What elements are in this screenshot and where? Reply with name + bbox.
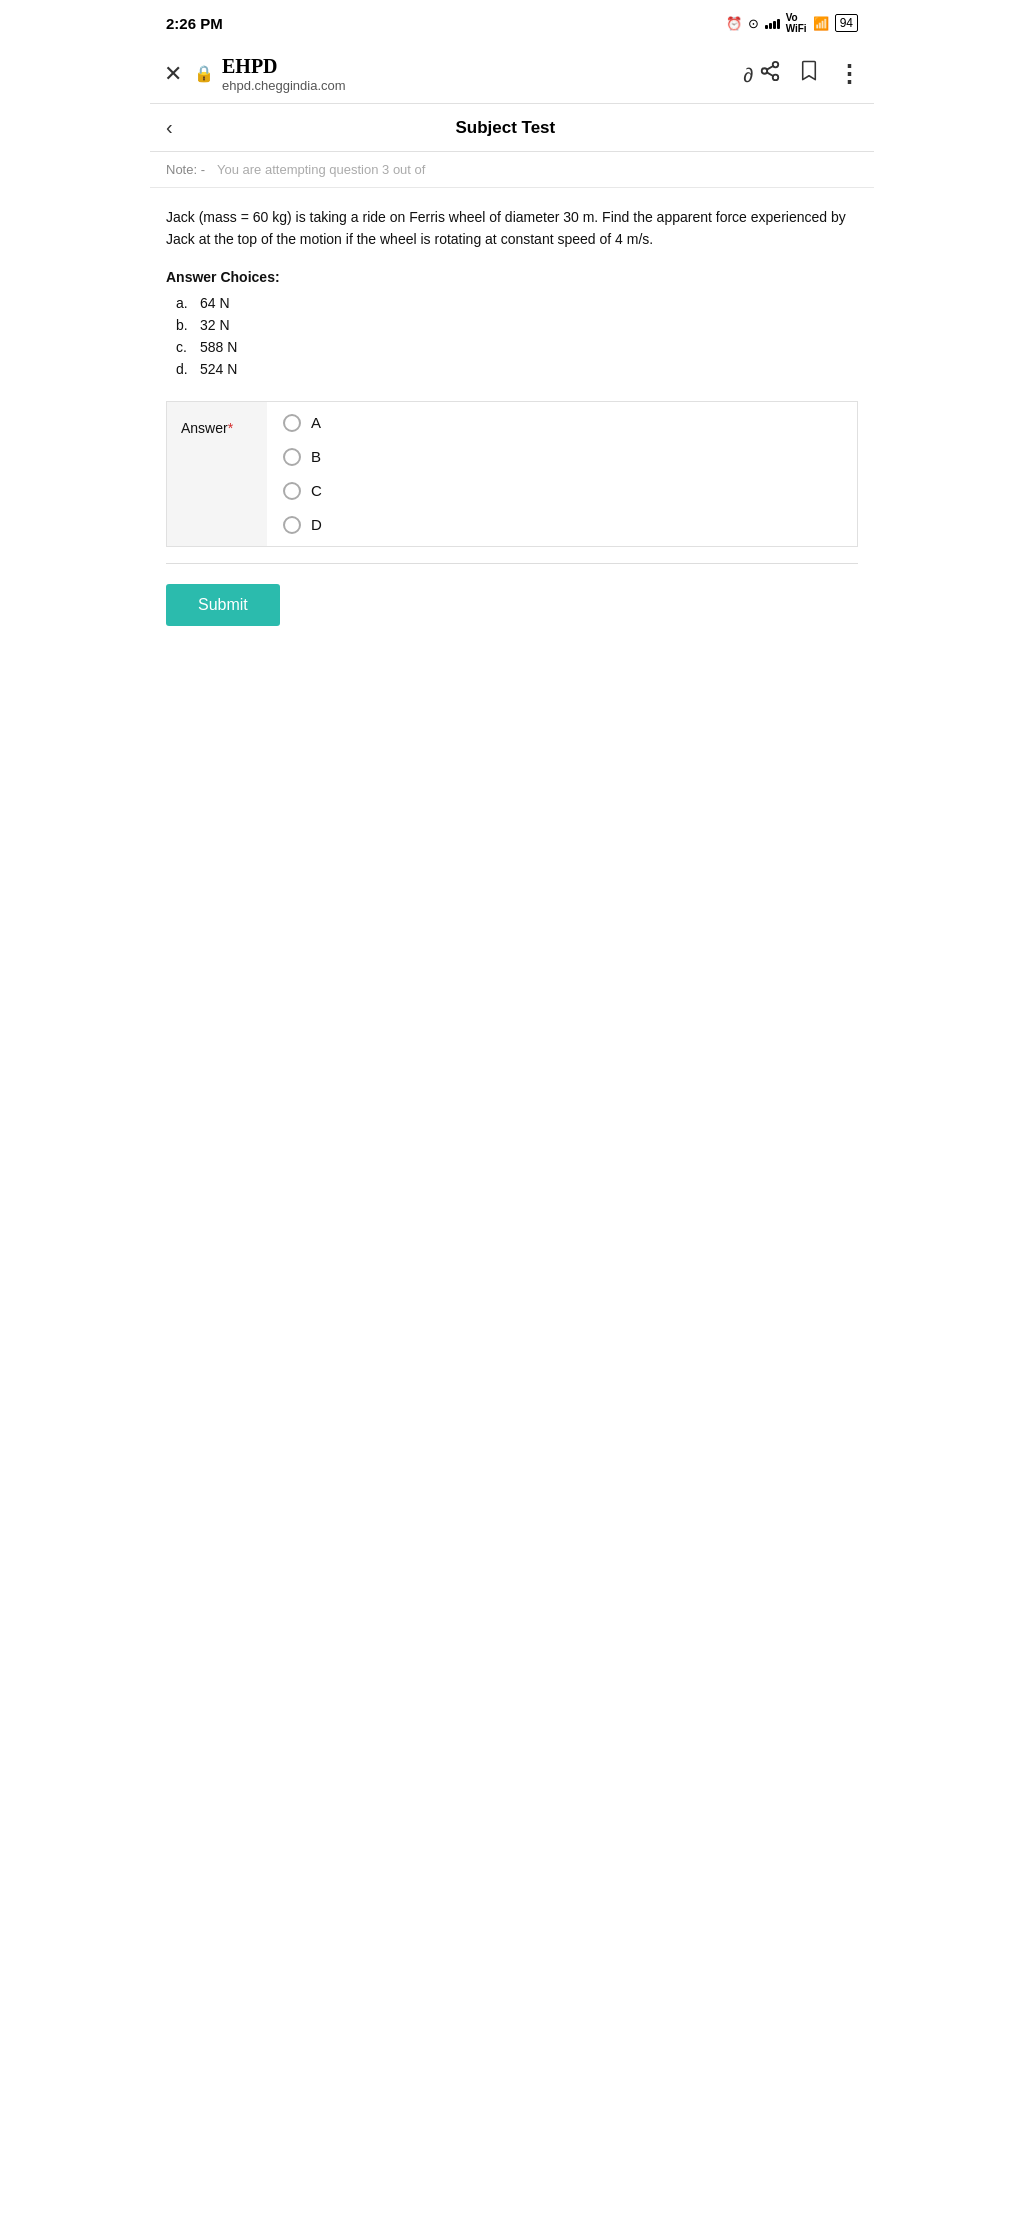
page-header: ‹ Subject Test [150, 104, 874, 152]
browser-close-button[interactable]: ✕ [164, 61, 182, 87]
required-asterisk: * [228, 420, 233, 436]
status-time: 2:26 PM [166, 15, 223, 32]
radio-option-d[interactable]: D [283, 516, 841, 534]
choice-a-letter: a. [176, 295, 192, 311]
more-options-icon[interactable]: ⋮ [837, 60, 860, 88]
choice-c-letter: c. [176, 339, 192, 355]
page-title: Subject Test [189, 118, 822, 138]
radio-option-c[interactable]: C [283, 482, 841, 500]
choice-b-value: 32 N [200, 317, 230, 333]
browser-url: ehpd.cheggindia.com [222, 78, 744, 93]
note-bar: Note: - You are attempting question 3 ou… [150, 152, 874, 188]
battery-icon: 94 [835, 14, 858, 32]
svg-line-3 [767, 72, 773, 76]
clock-icon: ⏰ [726, 16, 742, 31]
radio-label-d: D [311, 516, 322, 533]
note-label: Note: - [166, 162, 205, 177]
radio-option-a[interactable]: A [283, 414, 841, 432]
submit-area: Submit [150, 564, 874, 646]
answer-label-column: Answer* [167, 402, 267, 546]
choice-b: b. 32 N [176, 317, 858, 333]
browser-title: EHPD [222, 55, 744, 78]
answer-options-column: A B C D [267, 402, 857, 546]
radio-circle-b [283, 448, 301, 466]
answer-label: Answer [181, 420, 228, 436]
browser-url-block: EHPD ehpd.cheggindia.com [222, 55, 744, 93]
answer-section: Answer* A B C D [166, 401, 858, 547]
wifi-icon: 📶 [813, 16, 829, 31]
svg-line-4 [767, 66, 773, 70]
question-area: Jack (mass = 60 kg) is taking a ride on … [150, 188, 874, 563]
radio-label-a: A [311, 414, 321, 431]
choice-d-value: 524 N [200, 361, 237, 377]
browser-actions: ∂ ⋮ [744, 60, 860, 88]
radio-circle-c [283, 482, 301, 500]
choice-d: d. 524 N [176, 361, 858, 377]
wifi-label: VoWiFi [786, 12, 807, 34]
radio-option-b[interactable]: B [283, 448, 841, 466]
lock-icon: 🔒 [194, 64, 214, 83]
opera-icon: ⊙ [748, 16, 759, 31]
submit-button[interactable]: Submit [166, 584, 280, 626]
choice-d-letter: d. [176, 361, 192, 377]
note-text: You are attempting question 3 out of [217, 162, 425, 177]
choice-b-letter: b. [176, 317, 192, 333]
radio-circle-d [283, 516, 301, 534]
radio-label-b: B [311, 448, 321, 465]
radio-label-c: C [311, 482, 322, 499]
choices-list: a. 64 N b. 32 N c. 588 N d. 524 N [166, 295, 858, 377]
share-icon[interactable]: ∂ [744, 60, 781, 87]
back-button[interactable]: ‹ [166, 116, 173, 139]
bookmark-icon[interactable] [799, 60, 819, 87]
signal-bars [765, 17, 780, 29]
choice-c: c. 588 N [176, 339, 858, 355]
status-bar: 2:26 PM ⏰ ⊙ VoWiFi 📶 94 [150, 0, 874, 44]
status-icons: ⏰ ⊙ VoWiFi 📶 94 [726, 12, 858, 34]
battery-percent: 94 [840, 16, 853, 30]
choice-a-value: 64 N [200, 295, 230, 311]
browser-bar: ✕ 🔒 EHPD ehpd.cheggindia.com ∂ ⋮ [150, 44, 874, 104]
radio-circle-a [283, 414, 301, 432]
choice-a: a. 64 N [176, 295, 858, 311]
answer-choices-title: Answer Choices: [166, 269, 858, 285]
choice-c-value: 588 N [200, 339, 237, 355]
question-text: Jack (mass = 60 kg) is taking a ride on … [166, 206, 858, 251]
